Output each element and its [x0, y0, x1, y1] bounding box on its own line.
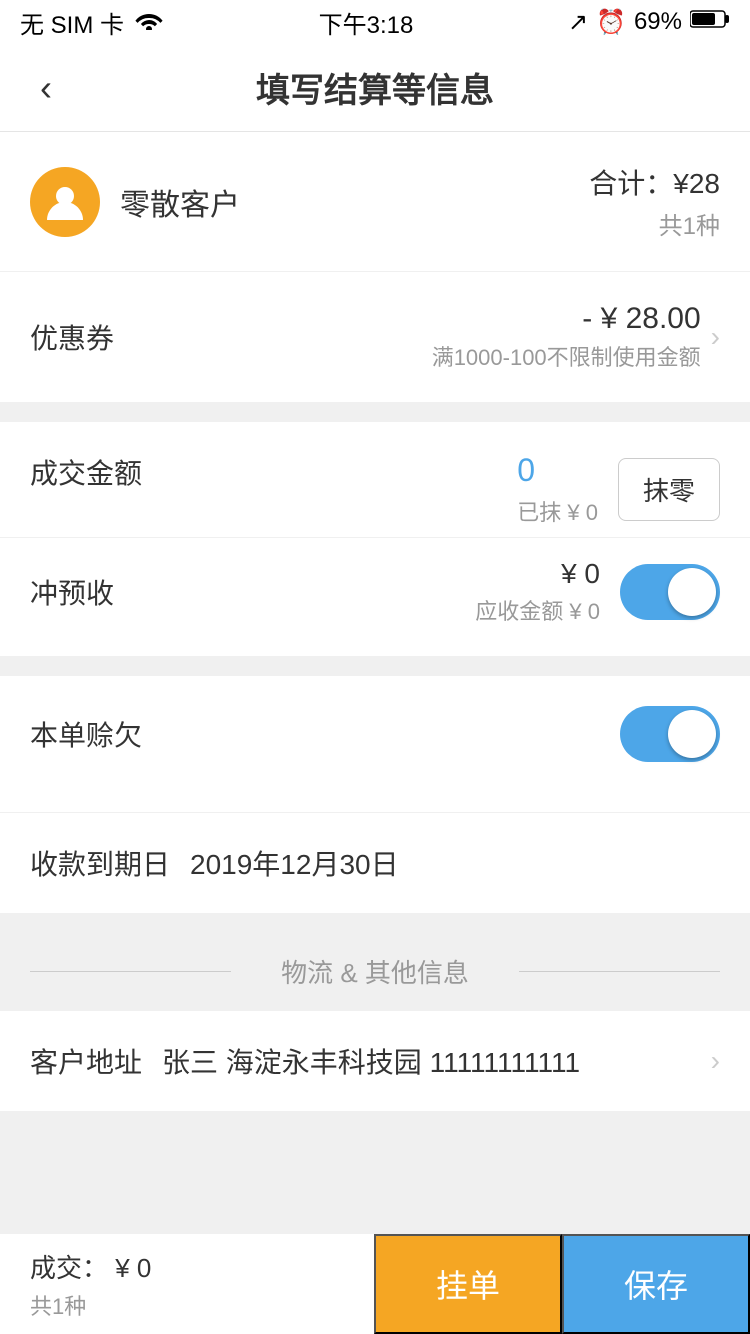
status-right: ↗ ⏰ 69%	[568, 8, 730, 37]
status-time: 下午3:18	[319, 5, 414, 40]
coupon-info: - ¥ 28.00 满1000-100不限制使用金额	[432, 302, 701, 372]
hold-order-button[interactable]: 挂单	[374, 1234, 562, 1334]
wifi-icon	[134, 8, 164, 37]
prepay-label: 冲预收	[30, 572, 114, 612]
coupon-right: - ¥ 28.00 满1000-100不限制使用金额 ›	[432, 302, 720, 372]
prepay-amount: ¥ 0	[475, 558, 600, 590]
round-zero-button[interactable]: 抹零	[618, 458, 720, 521]
duedate-row: 收款到期日 2019年12月30日	[0, 812, 750, 913]
address-row[interactable]: 客户地址 张三 海淀永丰科技园 11111111111 ›	[0, 1010, 750, 1111]
total-amount-label: 合计：¥28	[589, 162, 720, 202]
logistics-label: 物流 & 其他信息	[281, 953, 469, 990]
customer-total: 合计：¥28 共1种	[589, 162, 720, 241]
debt-toggle[interactable]	[620, 706, 720, 762]
coupon-label: 优惠券	[30, 317, 114, 357]
status-bar: 无 SIM 卡 下午3:18 ↗ ⏰ 69%	[0, 0, 750, 44]
coupon-amount: - ¥ 28.00	[432, 302, 701, 336]
deal-amount-row: 成交金额 0 已抹 ¥ 0 抹零	[0, 422, 750, 537]
duedate-value: 2019年12月30日	[190, 843, 399, 883]
bottom-deal-label: 成交： ¥ 0	[30, 1248, 344, 1285]
prepay-row: 冲预收 ¥ 0 应收金额 ¥ 0	[0, 537, 750, 656]
deal-value: 0	[517, 452, 598, 489]
content-area: 零散客户 合计：¥28 共1种 优惠券 - ¥ 28.00 满1000-100不…	[0, 132, 750, 1331]
location-icon: ↗	[568, 8, 588, 37]
alarm-icon: ⏰	[596, 8, 626, 37]
logistics-line-left	[30, 971, 231, 972]
debt-card: 本单赊欠 收款到期日 2019年12月30日	[0, 676, 750, 913]
total-count-label: 共1种	[589, 206, 720, 241]
battery-label: 69%	[634, 8, 682, 36]
address-value: 张三 海淀永丰科技园 11111111111	[162, 1041, 580, 1081]
back-button[interactable]: ‹	[30, 60, 62, 116]
chevron-right-icon: ›	[711, 321, 720, 353]
prepay-info: ¥ 0 应收金额 ¥ 0	[475, 558, 600, 626]
coupon-desc: 满1000-100不限制使用金额	[432, 340, 701, 372]
customer-avatar	[30, 167, 100, 237]
address-content: 客户地址 张三 海淀永丰科技园 11111111111	[30, 1041, 580, 1081]
toggle-knob	[668, 568, 716, 616]
page-title: 填写结算等信息	[256, 63, 494, 112]
deal-section: 成交金额 0 已抹 ¥ 0 抹零 冲预收 ¥ 0 应收金额 ¥ 0	[0, 422, 750, 656]
deal-already: 已抹 ¥ 0	[517, 495, 598, 527]
customer-row: 零散客户 合计：¥28 共1种	[0, 132, 750, 271]
customer-name: 零散客户	[120, 180, 240, 224]
customer-card: 零散客户 合计：¥28 共1种 优惠券 - ¥ 28.00 满1000-100不…	[0, 132, 750, 402]
save-button[interactable]: 保存	[562, 1234, 750, 1334]
deal-right: 0 已抹 ¥ 0 抹零	[517, 452, 720, 527]
bottom-count-label: 共1种	[30, 1289, 344, 1321]
address-card: 客户地址 张三 海淀永丰科技园 11111111111 ›	[0, 1010, 750, 1111]
customer-left: 零散客户	[30, 167, 240, 237]
duedate-label: 收款到期日	[30, 843, 170, 883]
address-chevron-icon: ›	[711, 1045, 720, 1077]
deal-amount-label: 成交金额	[30, 452, 142, 492]
status-left: 无 SIM 卡	[20, 5, 164, 40]
no-sim-label: 无 SIM 卡	[20, 5, 124, 40]
battery-icon	[690, 8, 730, 36]
coupon-row[interactable]: 优惠券 - ¥ 28.00 满1000-100不限制使用金额 ›	[0, 271, 750, 402]
prepay-receivable: 应收金额 ¥ 0	[475, 594, 600, 626]
logistics-line-right	[519, 971, 720, 972]
address-label: 客户地址	[30, 1041, 142, 1081]
logistics-header: 物流 & 其他信息	[0, 933, 750, 1010]
debt-toggle-knob	[668, 710, 716, 758]
prepay-right: ¥ 0 应收金额 ¥ 0	[475, 558, 720, 626]
bottom-bar: 成交： ¥ 0 共1种 挂单 保存	[0, 1234, 750, 1334]
prepay-toggle[interactable]	[620, 564, 720, 620]
debt-row: 本单赊欠	[0, 676, 750, 792]
debt-label: 本单赊欠	[30, 714, 142, 754]
nav-bar: ‹ 填写结算等信息	[0, 44, 750, 132]
bottom-info: 成交： ¥ 0 共1种	[0, 1248, 374, 1321]
